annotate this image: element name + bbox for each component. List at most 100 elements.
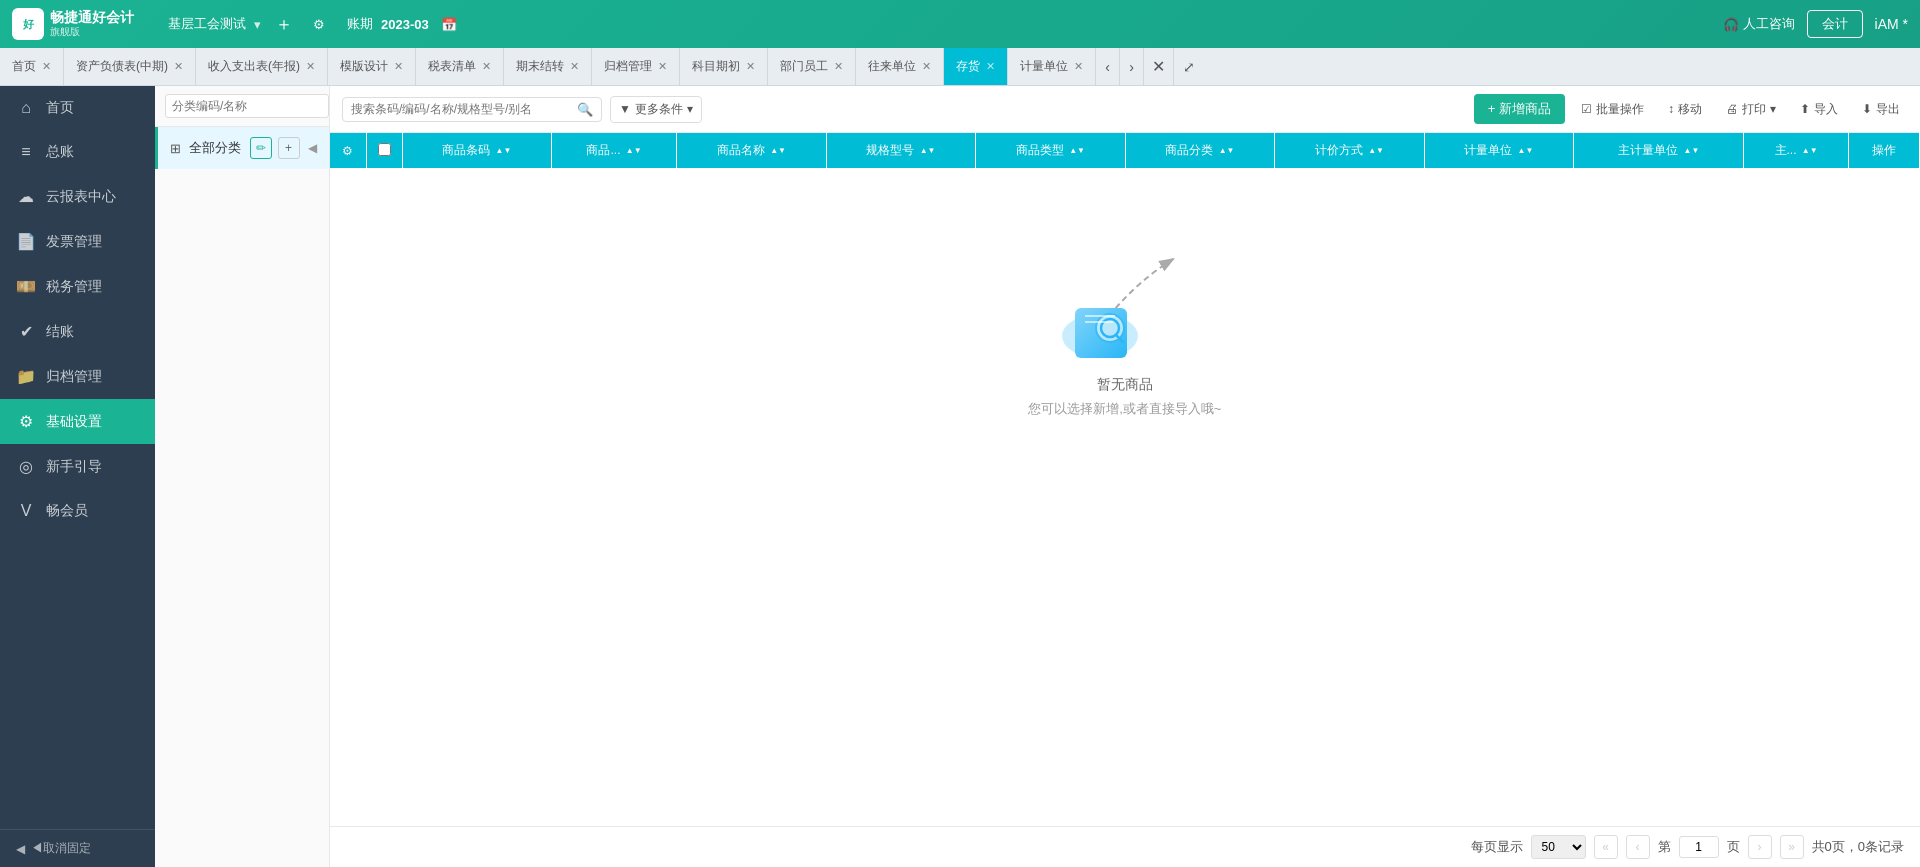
sidebar-item-home[interactable]: ⌂ 首页 <box>0 86 155 130</box>
sort-unit-icon[interactable]: ▲▼ <box>1518 146 1534 155</box>
sort-type-icon[interactable]: ▲▼ <box>1069 146 1085 155</box>
import-label: 导入 <box>1814 101 1838 118</box>
tab-inventory-close[interactable]: ✕ <box>986 60 995 73</box>
sidebar-item-member[interactable]: V 畅会员 <box>0 489 155 533</box>
add-product-button[interactable]: + 新增商品 <box>1474 94 1565 124</box>
tab-period-end-close[interactable]: ✕ <box>570 60 579 73</box>
category-edit-icon[interactable]: ✏ <box>250 137 272 159</box>
sort-name-icon[interactable]: ▲▼ <box>770 146 786 155</box>
sort-code-icon[interactable]: ▲▼ <box>626 146 642 155</box>
tab-period-end[interactable]: 期末结转 ✕ <box>504 48 592 86</box>
col-barcode[interactable]: 商品条码 ▲▼ <box>402 133 551 168</box>
col-main-unit[interactable]: 主计量单位 ▲▼ <box>1574 133 1744 168</box>
sort-barcode-icon[interactable]: ▲▼ <box>495 146 511 155</box>
col-unit[interactable]: 计量单位 ▲▼ <box>1424 133 1573 168</box>
tab-template[interactable]: 模版设计 ✕ <box>328 48 416 86</box>
print-button[interactable]: 🖨 打印 ▾ <box>1718 97 1784 122</box>
total-label: 共0页，0条记录 <box>1812 838 1904 856</box>
tab-prev-button[interactable]: ‹ <box>1096 48 1120 86</box>
per-page-select[interactable]: 50 100 200 <box>1531 835 1586 859</box>
sort-main-extra-icon[interactable]: ▲▼ <box>1802 146 1818 155</box>
tab-contacts[interactable]: 往来单位 ✕ <box>856 48 944 86</box>
main-layout: ⌂ 首页 ≡ 总账 ☁ 云报表中心 📄 发票管理 💴 税务管理 ✔ 结账 📁 归… <box>0 86 1920 867</box>
tab-tax-close[interactable]: ✕ <box>482 60 491 73</box>
sidebar-item-invoice[interactable]: 📄 发票管理 <box>0 219 155 264</box>
sidebar-pin-toggle[interactable]: ◀ ◀取消固定 <box>0 829 155 867</box>
page-prev-button[interactable]: ‹ <box>1626 835 1650 859</box>
tab-balance-sheet[interactable]: 资产负债表(中期) ✕ <box>64 48 196 86</box>
col-spec[interactable]: 规格型号 ▲▼ <box>826 133 975 168</box>
select-all-checkbox[interactable] <box>378 143 391 156</box>
tab-dept-close[interactable]: ✕ <box>834 60 843 73</box>
tab-subject-close[interactable]: ✕ <box>746 60 755 73</box>
settings-icon[interactable]: ⚙ <box>313 17 325 32</box>
tab-subject[interactable]: 科目期初 ✕ <box>680 48 768 86</box>
tab-expand-button[interactable]: ⤢ <box>1174 48 1204 86</box>
col-checkbox[interactable] <box>366 133 402 168</box>
tab-unit-close[interactable]: ✕ <box>1074 60 1083 73</box>
main-search-input[interactable] <box>351 102 573 116</box>
tab-homepage[interactable]: 首页 ✕ <box>0 48 64 86</box>
tab-next-button[interactable]: › <box>1120 48 1144 86</box>
page-next-button[interactable]: › <box>1748 835 1772 859</box>
import-button[interactable]: ⬆ 导入 <box>1792 97 1846 122</box>
tab-archive[interactable]: 归档管理 ✕ <box>592 48 680 86</box>
move-label: 移动 <box>1678 101 1702 118</box>
sort-pricing-icon[interactable]: ▲▼ <box>1368 146 1384 155</box>
tab-inventory[interactable]: 存货 ✕ <box>944 48 1008 86</box>
period-label: 账期 <box>347 15 373 33</box>
left-panel: 🔍 ⊞ 全部分类 ✏ + ◀ <box>155 86 330 867</box>
sidebar-item-checkout[interactable]: ✔ 结账 <box>0 309 155 354</box>
col-main-extra[interactable]: 主... ▲▼ <box>1744 133 1848 168</box>
sidebar-item-cloud-reports[interactable]: ☁ 云报表中心 <box>0 174 155 219</box>
tab-archive-close[interactable]: ✕ <box>658 60 667 73</box>
table-wrap: ⚙ 商品条码 ▲▼ 商品... ▲▼ 商品名称 <box>330 133 1920 826</box>
col-code[interactable]: 商品... ▲▼ <box>551 133 676 168</box>
col-main-unit-label: 主计量单位 <box>1618 143 1678 157</box>
page-number-input[interactable]: 1 <box>1679 836 1719 858</box>
add-tab-button[interactable]: ＋ <box>275 12 293 36</box>
settings-gear-icon: ⚙ <box>16 412 36 431</box>
tab-close-all-button[interactable]: ✕ <box>1144 48 1174 86</box>
sort-main-unit-icon[interactable]: ▲▼ <box>1684 146 1700 155</box>
col-type[interactable]: 商品类型 ▲▼ <box>976 133 1125 168</box>
tab-dept[interactable]: 部门员工 ✕ <box>768 48 856 86</box>
category-add-icon[interactable]: + <box>278 137 300 159</box>
service-button[interactable]: 🎧 人工咨询 <box>1723 15 1795 33</box>
col-pricing[interactable]: 计价方式 ▲▼ <box>1275 133 1424 168</box>
user-button[interactable]: 会计 <box>1807 10 1863 38</box>
export-button[interactable]: ⬇ 导出 <box>1854 97 1908 122</box>
col-name[interactable]: 商品名称 ▲▼ <box>677 133 826 168</box>
sidebar-item-guide[interactable]: ◎ 新手引导 <box>0 444 155 489</box>
sidebar-item-tax[interactable]: 💴 税务管理 <box>0 264 155 309</box>
headset-icon: 🎧 <box>1723 17 1739 32</box>
calendar-icon[interactable]: 📅 <box>441 17 457 32</box>
category-search-area: 🔍 <box>155 86 329 127</box>
tab-income[interactable]: 收入支出表(年报) ✕ <box>196 48 328 86</box>
col-settings[interactable]: ⚙ <box>330 133 366 168</box>
category-search-input[interactable] <box>165 94 329 118</box>
move-button[interactable]: ↕ 移动 <box>1660 97 1710 122</box>
page-first-button[interactable]: « <box>1594 835 1618 859</box>
tab-tax[interactable]: 税表清单 ✕ <box>416 48 504 86</box>
col-category[interactable]: 商品分类 ▲▼ <box>1125 133 1274 168</box>
batch-operation-button[interactable]: ☑ 批量操作 <box>1573 97 1652 122</box>
sidebar-item-ledger[interactable]: ≡ 总账 <box>0 130 155 174</box>
sort-spec-icon[interactable]: ▲▼ <box>920 146 936 155</box>
panel-collapse-button[interactable]: ◀ <box>308 141 317 155</box>
tab-balance-close[interactable]: ✕ <box>174 60 183 73</box>
filter-caret-icon: ▾ <box>687 102 693 116</box>
tab-homepage-close[interactable]: ✕ <box>42 60 51 73</box>
sidebar-item-archive[interactable]: 📁 归档管理 <box>0 354 155 399</box>
more-conditions-button[interactable]: ▼ 更多条件 ▾ <box>610 96 702 123</box>
page-last-button[interactable]: » <box>1780 835 1804 859</box>
tab-template-close[interactable]: ✕ <box>394 60 403 73</box>
tab-income-close[interactable]: ✕ <box>306 60 315 73</box>
sort-category-icon[interactable]: ▲▼ <box>1219 146 1235 155</box>
tab-contacts-close[interactable]: ✕ <box>922 60 931 73</box>
company-dropdown-icon[interactable]: ▾ <box>254 17 261 32</box>
tab-unit[interactable]: 计量单位 ✕ <box>1008 48 1096 86</box>
all-category-item[interactable]: ⊞ 全部分类 ✏ + ◀ <box>155 127 329 169</box>
main-search-icon[interactable]: 🔍 <box>577 102 593 117</box>
sidebar-item-basic-settings[interactable]: ⚙ 基础设置 <box>0 399 155 444</box>
